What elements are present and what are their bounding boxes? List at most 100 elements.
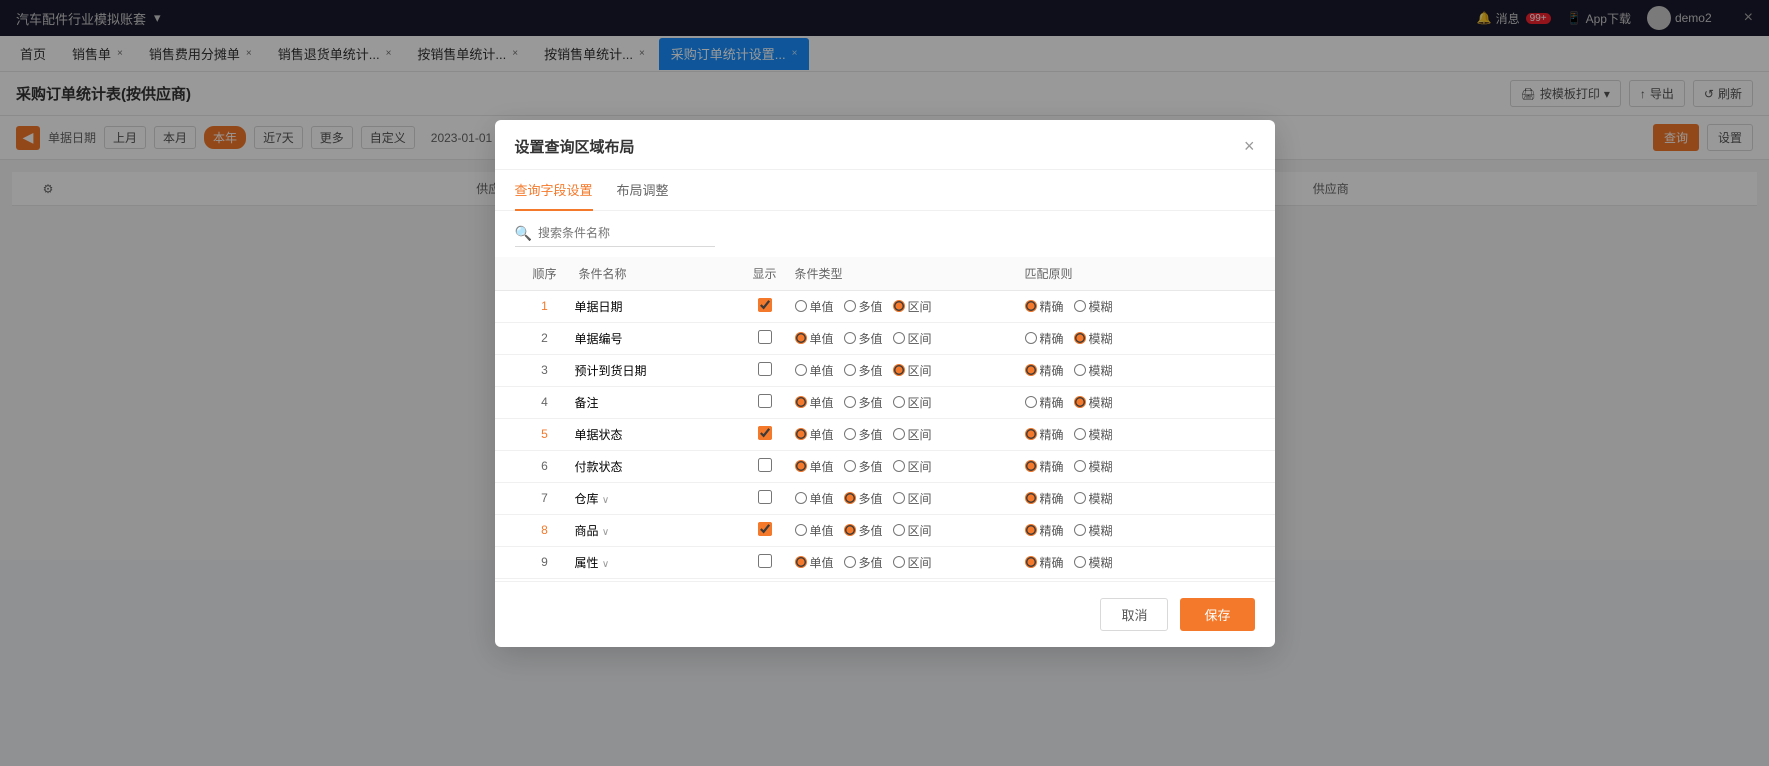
type-radio-single[interactable]: 单值	[795, 522, 834, 539]
header-match: 匹配原则	[1025, 265, 1255, 282]
match-radio-group: 精确 模糊	[1025, 522, 1255, 539]
match-radio-group: 精确 模糊	[1025, 426, 1255, 443]
row-display	[735, 490, 795, 507]
header-type: 条件类型	[795, 265, 1025, 282]
display-checkbox[interactable]	[758, 426, 772, 440]
row-order: 6	[515, 459, 575, 473]
dialog-close-btn[interactable]: ×	[1244, 137, 1255, 155]
dialog-header: 设置查询区域布局 ×	[495, 120, 1275, 170]
row-name: 单据状态	[575, 426, 735, 443]
match-radio-exact[interactable]: 精确	[1025, 394, 1064, 411]
display-checkbox[interactable]	[758, 554, 772, 568]
type-radio-multi[interactable]: 多值	[844, 298, 883, 315]
display-checkbox[interactable]	[758, 298, 772, 312]
type-radio-single[interactable]: 单值	[795, 554, 834, 571]
type-radio-group: 单值 多值 区间	[795, 458, 1025, 475]
tab-layout-adjust-label: 布局调整	[617, 183, 669, 198]
type-radio-multi[interactable]: 多值	[844, 426, 883, 443]
table-row: 6 付款状态 单值 多值 区间 精确 模糊	[495, 451, 1275, 483]
match-radio-fuzzy[interactable]: 模糊	[1074, 298, 1113, 315]
table-row: 5 单据状态 单值 多值 区间 精确 模糊	[495, 419, 1275, 451]
row-name: 单据日期	[575, 298, 735, 315]
row-match: 精确 模糊	[1025, 522, 1255, 539]
dropdown-arrow-icon: ∨	[602, 527, 609, 538]
row-match: 精确 模糊	[1025, 394, 1255, 411]
dialog-footer: 取消 保存	[495, 581, 1275, 647]
type-radio-multi[interactable]: 多值	[844, 490, 883, 507]
row-order: 4	[515, 395, 575, 409]
row-display	[735, 554, 795, 571]
type-radio-single[interactable]: 单值	[795, 330, 834, 347]
display-checkbox[interactable]	[758, 522, 772, 536]
type-radio-group: 单值 多值 区间	[795, 490, 1025, 507]
type-radio-multi[interactable]: 多值	[844, 554, 883, 571]
row-name: 仓库 ∨	[575, 490, 735, 507]
type-radio-range[interactable]: 区间	[893, 458, 932, 475]
type-radio-single[interactable]: 单值	[795, 490, 834, 507]
type-radio-group: 单值 多值 区间	[795, 426, 1025, 443]
type-radio-single[interactable]: 单值	[795, 458, 834, 475]
display-checkbox[interactable]	[758, 394, 772, 408]
type-radio-multi[interactable]: 多值	[844, 394, 883, 411]
match-radio-fuzzy[interactable]: 模糊	[1074, 426, 1113, 443]
type-radio-multi[interactable]: 多值	[844, 362, 883, 379]
row-display	[735, 298, 795, 315]
row-display	[735, 458, 795, 475]
match-radio-fuzzy[interactable]: 模糊	[1074, 458, 1113, 475]
tab-query-fields[interactable]: 查询字段设置	[515, 170, 593, 211]
save-btn[interactable]: 保存	[1180, 598, 1254, 631]
match-radio-exact[interactable]: 精确	[1025, 426, 1064, 443]
settings-dialog: 设置查询区域布局 × 查询字段设置 布局调整 🔍 顺序 条件名称 显示	[495, 120, 1275, 647]
type-radio-single[interactable]: 单值	[795, 394, 834, 411]
type-radio-single[interactable]: 单值	[795, 298, 834, 315]
match-radio-exact[interactable]: 精确	[1025, 330, 1064, 347]
row-match: 精确 模糊	[1025, 458, 1255, 475]
match-radio-exact[interactable]: 精确	[1025, 298, 1064, 315]
display-checkbox[interactable]	[758, 362, 772, 376]
type-radio-range[interactable]: 区间	[893, 394, 932, 411]
match-radio-fuzzy[interactable]: 模糊	[1074, 490, 1113, 507]
dialog-table-header: 顺序 条件名称 显示 条件类型 匹配原则	[495, 257, 1275, 291]
type-radio-range[interactable]: 区间	[893, 330, 932, 347]
match-radio-fuzzy[interactable]: 模糊	[1074, 554, 1113, 571]
type-radio-range[interactable]: 区间	[893, 522, 932, 539]
match-radio-exact[interactable]: 精确	[1025, 458, 1064, 475]
row-order: 7	[515, 491, 575, 505]
match-radio-fuzzy[interactable]: 模糊	[1074, 522, 1113, 539]
match-radio-exact[interactable]: 精确	[1025, 362, 1064, 379]
type-radio-multi[interactable]: 多值	[844, 458, 883, 475]
row-display	[735, 362, 795, 379]
match-radio-group: 精确 模糊	[1025, 554, 1255, 571]
match-radio-fuzzy[interactable]: 模糊	[1074, 394, 1113, 411]
search-icon: 🔍	[515, 225, 532, 242]
type-radio-group: 单值 多值 区间	[795, 554, 1025, 571]
type-radio-range[interactable]: 区间	[893, 490, 932, 507]
type-radio-multi[interactable]: 多值	[844, 522, 883, 539]
tab-layout-adjust[interactable]: 布局调整	[617, 170, 669, 211]
row-type: 单值 多值 区间	[795, 426, 1025, 443]
match-radio-group: 精确 模糊	[1025, 362, 1255, 379]
row-name: 备注	[575, 394, 735, 411]
row-display	[735, 330, 795, 347]
match-radio-exact[interactable]: 精确	[1025, 522, 1064, 539]
type-radio-range[interactable]: 区间	[893, 362, 932, 379]
type-radio-range[interactable]: 区间	[893, 426, 932, 443]
type-radio-multi[interactable]: 多值	[844, 330, 883, 347]
dropdown-arrow-icon: ∨	[602, 559, 609, 570]
display-checkbox[interactable]	[758, 458, 772, 472]
cancel-btn[interactable]: 取消	[1100, 598, 1168, 631]
display-checkbox[interactable]	[758, 490, 772, 504]
type-radio-group: 单值 多值 区间	[795, 394, 1025, 411]
type-radio-single[interactable]: 单值	[795, 362, 834, 379]
type-radio-range[interactable]: 区间	[893, 298, 932, 315]
display-checkbox[interactable]	[758, 330, 772, 344]
type-radio-single[interactable]: 单值	[795, 426, 834, 443]
row-order: 1	[515, 299, 575, 313]
search-input[interactable]	[538, 226, 698, 240]
match-radio-fuzzy[interactable]: 模糊	[1074, 362, 1113, 379]
match-radio-exact[interactable]: 精确	[1025, 554, 1064, 571]
match-radio-fuzzy[interactable]: 模糊	[1074, 330, 1113, 347]
type-radio-group: 单值 多值 区间	[795, 298, 1025, 315]
type-radio-range[interactable]: 区间	[893, 554, 932, 571]
match-radio-exact[interactable]: 精确	[1025, 490, 1064, 507]
